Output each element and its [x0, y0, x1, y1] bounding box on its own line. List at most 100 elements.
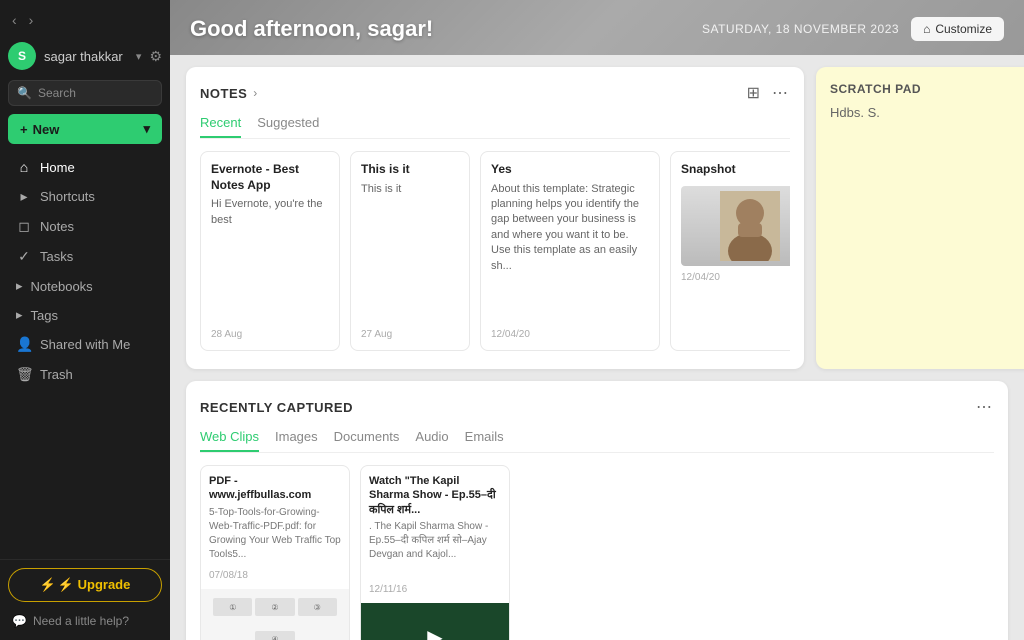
scratch-pad-header: SCRATCH PAD ⋯ [830, 81, 1024, 105]
scratch-pad-content[interactable]: Hdbs. S. [830, 105, 1024, 120]
main-area: Good afternoon, sagar! Saturday, 18 Nove… [170, 0, 1024, 640]
help-icon: 💬 [12, 614, 27, 628]
sidebar-item-notes[interactable]: ◻ Notes [4, 212, 166, 241]
sidebar-section-tags-label: Tags [31, 308, 58, 323]
notes-title-row: NOTES › [200, 86, 257, 101]
capture-date: 12/11/16 [369, 584, 501, 595]
search-bar[interactable]: 🔍 Search [8, 80, 162, 106]
capture-card-video[interactable]: Watch "The Kapil Sharma Show - Ep.55–दी … [360, 465, 510, 640]
sidebar-item-shortcuts[interactable]: ▸ Shortcuts [4, 182, 166, 211]
sidebar-nav: ⌂ Home ▸ Shortcuts ◻ Notes ✓ Tasks ▸ Not… [0, 152, 170, 559]
capture-preview: . The Kapil Sharma Show - Ep.55–दी कपिल … [369, 520, 501, 580]
search-icon: 🔍 [17, 86, 32, 100]
sidebar-item-home-label: Home [40, 160, 75, 175]
note-date: 12/04/20 [491, 329, 649, 340]
scratch-pad-title: SCRATCH PAD [830, 82, 921, 96]
capture-title: PDF - www.jeffbullas.com [209, 474, 341, 503]
sidebar-item-shortcuts-label: Shortcuts [40, 189, 95, 204]
note-title: Snapshot [681, 162, 790, 178]
notes-widget-actions: ⊞ ⋯ [745, 81, 790, 105]
note-date: 28 Aug [211, 329, 329, 340]
sidebar-bottom: ⚡ ⚡ Upgrade 💬 Need a little help? [0, 559, 170, 640]
sidebar-top: ‹ › [0, 0, 170, 36]
note-card-this-is-it[interactable]: This is it This is it 27 Aug [350, 151, 470, 351]
notes-widget: NOTES › ⊞ ⋯ Recent Suggested Evernote - [186, 67, 804, 369]
note-preview: About this template: Strategic planning … [491, 182, 649, 323]
thumb-item-2: ② [255, 598, 294, 616]
tab-recent[interactable]: Recent [200, 115, 241, 138]
captured-tab-emails[interactable]: Emails [465, 429, 504, 452]
captured-grid: PDF - www.jeffbullas.com 5-Top-Tools-for… [200, 465, 994, 640]
note-image [681, 186, 790, 266]
customize-home-icon: ⌂ [923, 22, 930, 36]
notes-layout-button[interactable]: ⊞ [745, 81, 762, 105]
capture-card-info: Watch "The Kapil Sharma Show - Ep.55–दी … [361, 466, 509, 603]
tasks-icon: ✓ [16, 248, 32, 265]
date-text: Saturday, 18 November 2023 [702, 22, 899, 36]
capture-date: 07/08/18 [209, 570, 341, 581]
gear-icon[interactable]: ⚙ [149, 48, 162, 65]
note-title: Yes [491, 162, 649, 178]
sidebar-section-notebooks[interactable]: ▸ Notebooks [4, 272, 166, 300]
user-chevron: ▾ [136, 50, 142, 63]
sidebar-section-tags[interactable]: ▸ Tags [4, 301, 166, 329]
notebooks-chevron-icon: ▸ [16, 278, 23, 294]
note-title: This is it [361, 162, 459, 178]
scratch-pad-widget: SCRATCH PAD ⋯ Hdbs. S. [816, 67, 1024, 369]
captured-tab-webclips[interactable]: Web Clips [200, 429, 259, 452]
note-card-yes[interactable]: Yes About this template: Strategic plann… [480, 151, 660, 351]
customize-label: Customize [935, 22, 992, 36]
tags-chevron-icon: ▸ [16, 307, 23, 323]
sidebar-item-tasks-label: Tasks [40, 249, 73, 264]
main-content: NOTES › ⊞ ⋯ Recent Suggested Evernote - [170, 55, 1024, 640]
upgrade-button[interactable]: ⚡ ⚡ Upgrade [8, 568, 162, 602]
capture-thumbnail-video: ▶ [361, 603, 509, 640]
sidebar-item-home[interactable]: ⌂ Home [4, 153, 166, 181]
nav-back-button[interactable]: ‹ [8, 10, 21, 30]
new-button-label-group: + New [20, 122, 59, 137]
capture-preview: 5-Top-Tools-for-Growing-Web-Traffic-PDF.… [209, 506, 341, 566]
note-preview: This is it [361, 182, 459, 323]
notes-tabs-row: Recent Suggested [200, 115, 790, 139]
note-card-snapshot[interactable]: Snapshot 12/04/20 [670, 151, 790, 351]
header-right: Saturday, 18 November 2023 ⌂ Customize [702, 17, 1004, 41]
new-label: New [33, 122, 60, 137]
pdf-thumbnail-visual: ① ② ③ ④ [201, 589, 349, 640]
recently-captured-widget: RECENTLY CAPTURED ⋯ Web Clips Images Doc… [186, 381, 1008, 640]
new-button[interactable]: + New ▾ [8, 114, 162, 144]
nav-forward-button[interactable]: › [25, 10, 38, 30]
note-title: Evernote - Best Notes App [211, 162, 329, 193]
shortcuts-icon: ▸ [16, 188, 32, 205]
capture-card-info: PDF - www.jeffbullas.com 5-Top-Tools-for… [201, 466, 349, 589]
sidebar-section-notebooks-label: Notebooks [31, 279, 93, 294]
captured-tab-documents[interactable]: Documents [334, 429, 400, 452]
avatar: S [8, 42, 36, 70]
capture-card-pdf[interactable]: PDF - www.jeffbullas.com 5-Top-Tools-for… [200, 465, 350, 640]
search-placeholder: Search [38, 86, 76, 100]
captured-more-button[interactable]: ⋯ [974, 395, 994, 419]
user-row[interactable]: S sagar thakkar ▾ ⚙ [0, 36, 170, 76]
thumb-item-4: ④ [255, 631, 294, 640]
notes-chevron-icon[interactable]: › [253, 86, 257, 100]
note-card-evernote[interactable]: Evernote - Best Notes App Hi Evernote, y… [200, 151, 340, 351]
customize-button[interactable]: ⌂ Customize [911, 17, 1004, 41]
note-date: 12/04/20 [681, 272, 790, 283]
captured-tab-audio[interactable]: Audio [415, 429, 448, 452]
thumb-item-3: ③ [298, 598, 337, 616]
captured-widget-title: RECENTLY CAPTURED [200, 400, 353, 415]
trash-icon: 🗑 [16, 366, 32, 383]
captured-widget-header: RECENTLY CAPTURED ⋯ [200, 395, 994, 419]
captured-tab-images[interactable]: Images [275, 429, 318, 452]
notes-more-button[interactable]: ⋯ [770, 81, 790, 105]
sidebar-item-tasks[interactable]: ✓ Tasks [4, 242, 166, 271]
sidebar-item-shared[interactable]: 👤 Shared with Me [4, 330, 166, 359]
shared-icon: 👤 [16, 336, 32, 353]
help-row[interactable]: 💬 Need a little help? [8, 610, 162, 632]
sidebar-item-trash[interactable]: 🗑 Trash [4, 360, 166, 389]
snapshot-image-placeholder [681, 186, 790, 266]
tab-suggested[interactable]: Suggested [257, 115, 319, 138]
captured-tabs-row: Web Clips Images Documents Audio Emails [200, 429, 994, 453]
upgrade-label: ⚡ Upgrade [58, 577, 131, 593]
new-chevron-icon: ▾ [143, 121, 150, 137]
captured-title-row: RECENTLY CAPTURED [200, 400, 353, 415]
